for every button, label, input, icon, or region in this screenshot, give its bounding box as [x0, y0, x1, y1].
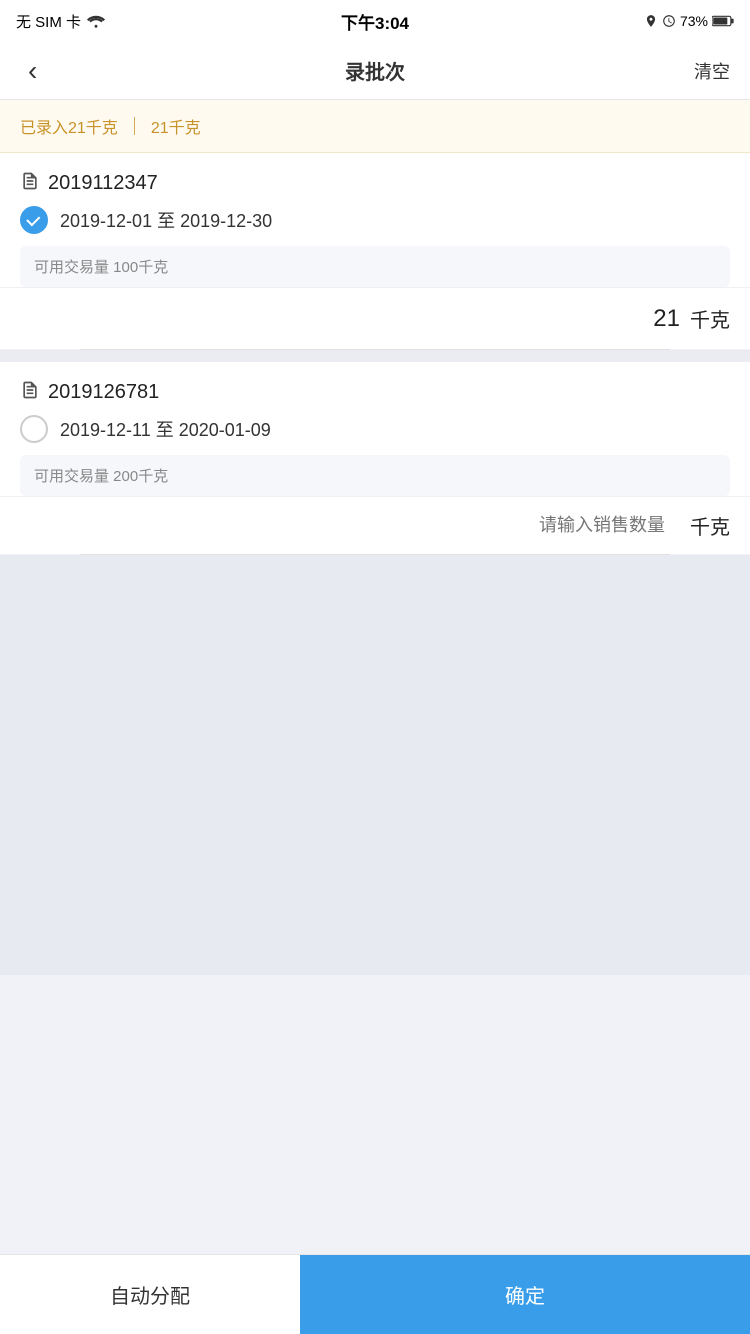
batch-2-input-row: 千克	[0, 496, 750, 554]
batch-1-date-row[interactable]: 2019-12-01 至 2019-12-30	[20, 206, 730, 234]
status-left: 无 SIM 卡	[16, 11, 105, 32]
status-time: 下午3:04	[341, 9, 409, 34]
batch-1-unit: 千克	[690, 304, 730, 333]
batch-2-avail-text: 可用交易量 200千克	[34, 468, 168, 485]
batch-1-id: 2019112347	[48, 172, 158, 195]
status-right: 73%	[644, 13, 734, 29]
battery-icon	[712, 15, 734, 27]
batch-1-amount-row: 21 千克	[0, 287, 750, 349]
batch-2-date-row[interactable]: 2019-12-11 至 2020-01-09	[20, 415, 730, 443]
batch-1-amount: 21	[653, 305, 680, 333]
bottom-bar: 自动分配 确定	[0, 1254, 750, 1334]
batch-2-header: 2019126781	[20, 380, 730, 405]
batch-2-avail: 可用交易量 200千克	[20, 455, 730, 496]
bottom-gray-area	[0, 555, 750, 975]
batch-2-icon	[20, 380, 40, 405]
confirm-button[interactable]: 确定	[300, 1255, 750, 1334]
batch-2-date: 2019-12-11 至 2020-01-09	[60, 416, 271, 442]
batch-2-unit: 千克	[690, 511, 730, 540]
page-title: 录批次	[345, 56, 405, 85]
bg-divider	[0, 350, 750, 362]
batch-1-icon	[20, 171, 40, 196]
alarm-icon	[662, 14, 676, 28]
batch-1-avail: 可用交易量 100千克	[20, 246, 730, 287]
no-sim-text: 无 SIM 卡	[16, 11, 81, 32]
batch-1-avail-text: 可用交易量 100千克	[34, 259, 168, 276]
auto-distribute-button[interactable]: 自动分配	[0, 1255, 300, 1334]
location-icon	[644, 14, 658, 28]
back-button[interactable]: ‹	[20, 51, 45, 91]
info-divider	[134, 117, 135, 135]
status-bar: 无 SIM 卡 下午3:04 73%	[0, 0, 750, 42]
value-label: 21千克	[151, 114, 201, 138]
batch-2-id: 2019126781	[48, 381, 159, 404]
batch-2-card: 2019126781 2019-12-11 至 2020-01-09 可用交易量…	[0, 362, 750, 496]
quantity-input[interactable]	[448, 515, 680, 536]
batch-1-radio[interactable]	[20, 206, 48, 234]
info-banner: 已录入21千克 21千克	[0, 100, 750, 153]
nav-bar: ‹ 录批次 清空	[0, 42, 750, 100]
wifi-icon	[87, 14, 105, 28]
batch-1-date: 2019-12-01 至 2019-12-30	[60, 207, 272, 233]
batch-1-header: 2019112347	[20, 171, 730, 196]
recorded-label: 已录入21千克	[20, 114, 118, 138]
clear-button[interactable]: 清空	[694, 58, 730, 84]
batch-1-card: 2019112347 2019-12-01 至 2019-12-30 可用交易量…	[0, 153, 750, 287]
batch-2-radio[interactable]	[20, 415, 48, 443]
battery-percent: 73%	[680, 13, 708, 29]
